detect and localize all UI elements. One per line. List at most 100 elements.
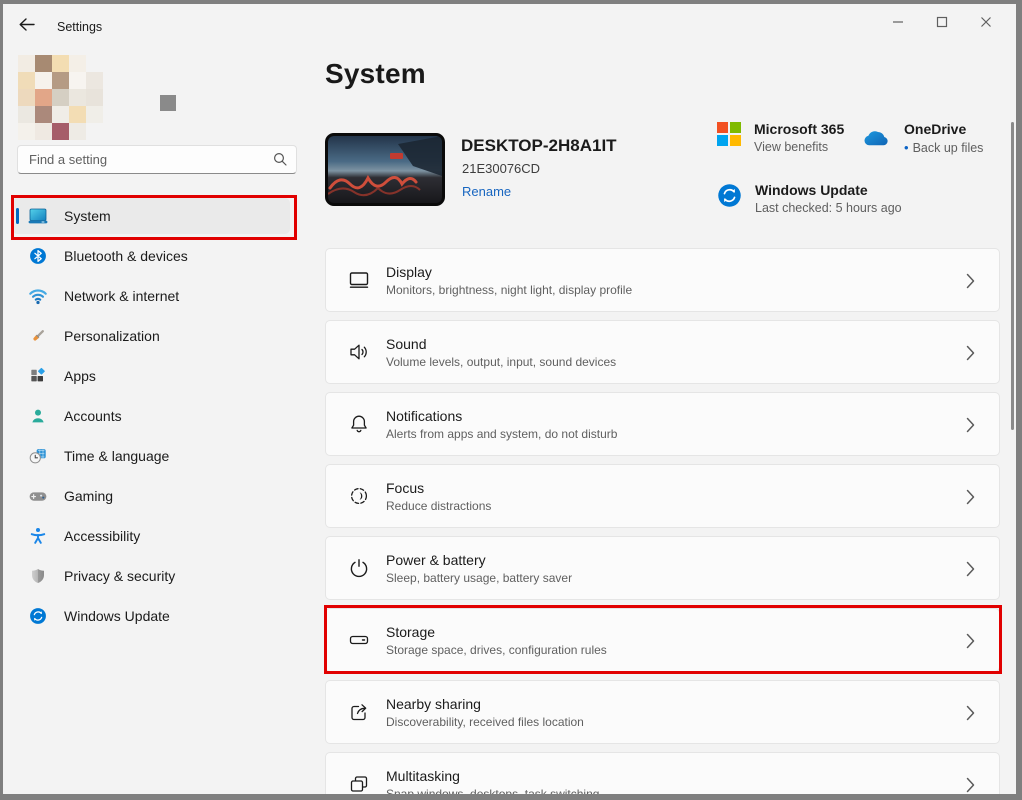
close-button[interactable] <box>964 8 1008 36</box>
sidebar-item-label: System <box>64 208 111 224</box>
sidebar-item-label: Network & internet <box>64 288 179 304</box>
microsoft-365-card[interactable]: Microsoft 365 View benefits <box>716 121 844 154</box>
sidebar-item-accounts[interactable]: Accounts <box>12 398 290 434</box>
search-box <box>17 145 297 174</box>
settings-row-multitasking[interactable]: Multitasking Snap windows, desktops, tas… <box>325 752 1000 800</box>
chevron-right-icon <box>966 777 975 793</box>
settings-window: Settings <box>0 0 1022 800</box>
maximize-button[interactable] <box>920 8 964 36</box>
bell-icon <box>346 411 372 437</box>
gamepad-icon <box>26 485 50 507</box>
sidebar-item-label: Privacy & security <box>64 568 175 584</box>
promo-subtitle: Last checked: 5 hours ago <box>755 201 902 215</box>
sidebar-item-label: Time & language <box>64 448 169 464</box>
minimize-button[interactable] <box>876 8 920 36</box>
page-title: System <box>325 58 426 90</box>
rename-link[interactable]: Rename <box>462 184 511 199</box>
share-icon <box>346 699 372 725</box>
chevron-right-icon <box>966 417 975 433</box>
scrollbar-thumb[interactable] <box>1011 122 1014 430</box>
search-icon <box>272 151 288 167</box>
promo-title: Windows Update <box>755 182 902 198</box>
windows-update-icon <box>716 182 743 209</box>
promo-subtitle: •Back up files <box>904 140 983 155</box>
sidebar-item-bluetooth-devices[interactable]: Bluetooth & devices <box>12 238 290 274</box>
shield-icon <box>26 565 50 587</box>
chevron-right-icon <box>966 489 975 505</box>
settings-row-nearby-sharing[interactable]: Nearby sharing Discoverability, received… <box>325 680 1000 744</box>
windows-update-card[interactable]: Windows Update Last checked: 5 hours ago <box>716 182 902 215</box>
laptop-icon <box>26 205 50 227</box>
chevron-right-icon <box>966 705 975 721</box>
person-icon <box>26 405 50 427</box>
sidebar-item-label: Personalization <box>64 328 160 344</box>
accessibility-person-icon <box>26 525 50 547</box>
status-dot: • <box>904 140 909 155</box>
setting-subtitle: Monitors, brightness, night light, displ… <box>386 283 632 297</box>
wifi-icon <box>26 285 50 307</box>
minimize-icon <box>892 16 904 28</box>
sidebar-item-label: Accounts <box>64 408 122 424</box>
settings-row-sound[interactable]: Sound Volume levels, output, input, soun… <box>325 320 1000 384</box>
clock-globe-icon <box>26 445 50 467</box>
sync-icon <box>26 605 50 627</box>
window-border-left <box>0 0 3 800</box>
setting-title: Multitasking <box>386 768 599 784</box>
settings-row-power-battery[interactable]: Power & battery Sleep, battery usage, ba… <box>325 536 1000 600</box>
microsoft-365-logo <box>716 121 742 147</box>
device-model: 21E30076CD <box>462 161 540 176</box>
setting-subtitle: Volume levels, output, input, sound devi… <box>386 355 616 369</box>
setting-subtitle: Alerts from apps and system, do not dist… <box>386 427 617 441</box>
chevron-right-icon <box>966 273 975 289</box>
sidebar-item-label: Apps <box>64 368 96 384</box>
sidebar-item-apps[interactable]: Apps <box>12 358 290 394</box>
setting-subtitle: Reduce distractions <box>386 499 491 513</box>
sidebar-item-label: Windows Update <box>64 608 170 624</box>
settings-row-focus[interactable]: Focus Reduce distractions <box>325 464 1000 528</box>
device-name: DESKTOP-2H8A1IT <box>461 136 617 156</box>
avatar <box>18 55 103 140</box>
settings-row-storage[interactable]: Storage Storage space, drives, configura… <box>325 608 1000 672</box>
brush-icon <box>26 325 50 347</box>
window-border-top <box>0 0 1022 4</box>
back-arrow-icon <box>18 17 36 32</box>
promo-subtitle: View benefits <box>754 140 844 154</box>
setting-subtitle: Discoverability, received files location <box>386 715 584 729</box>
setting-title: Storage <box>386 624 607 640</box>
sidebar-nav: System Bluetooth & devices Network & int… <box>12 198 290 638</box>
window-border-bottom <box>0 794 1022 800</box>
sidebar-item-label: Accessibility <box>64 528 140 544</box>
close-icon <box>980 16 992 28</box>
setting-subtitle: Storage space, drives, configuration rul… <box>386 643 607 657</box>
settings-row-notifications[interactable]: Notifications Alerts from apps and syste… <box>325 392 1000 456</box>
sidebar-item-personalization[interactable]: Personalization <box>12 318 290 354</box>
sidebar-item-label: Bluetooth & devices <box>64 248 188 264</box>
setting-title: Notifications <box>386 408 617 424</box>
sidebar-item-label: Gaming <box>64 488 113 504</box>
settings-row-display[interactable]: Display Monitors, brightness, night ligh… <box>325 248 1000 312</box>
onedrive-card[interactable]: OneDrive •Back up files <box>862 121 983 155</box>
setting-title: Sound <box>386 336 616 352</box>
sidebar-item-privacy-security[interactable]: Privacy & security <box>12 558 290 594</box>
sidebar-item-network-internet[interactable]: Network & internet <box>12 278 290 314</box>
device-thumbnail <box>325 133 445 206</box>
chevron-right-icon <box>966 561 975 577</box>
window-border-right <box>1016 0 1022 800</box>
speaker-icon <box>346 339 372 365</box>
sidebar-item-windows-update[interactable]: Windows Update <box>12 598 290 634</box>
chevron-right-icon <box>966 633 975 649</box>
promo-title: Microsoft 365 <box>754 121 844 137</box>
drive-icon <box>346 627 372 653</box>
setting-title: Nearby sharing <box>386 696 584 712</box>
redacted-block <box>160 95 176 111</box>
search-input[interactable] <box>17 145 297 174</box>
sidebar-item-gaming[interactable]: Gaming <box>12 478 290 514</box>
bluetooth-icon <box>26 245 50 267</box>
onedrive-cloud-icon <box>862 129 892 149</box>
window-controls <box>876 8 1008 36</box>
back-button[interactable] <box>14 12 40 36</box>
setting-subtitle: Sleep, battery usage, battery saver <box>386 571 572 585</box>
sidebar-item-system[interactable]: System <box>12 198 290 234</box>
sidebar-item-accessibility[interactable]: Accessibility <box>12 518 290 554</box>
sidebar-item-time-language[interactable]: Time & language <box>12 438 290 474</box>
